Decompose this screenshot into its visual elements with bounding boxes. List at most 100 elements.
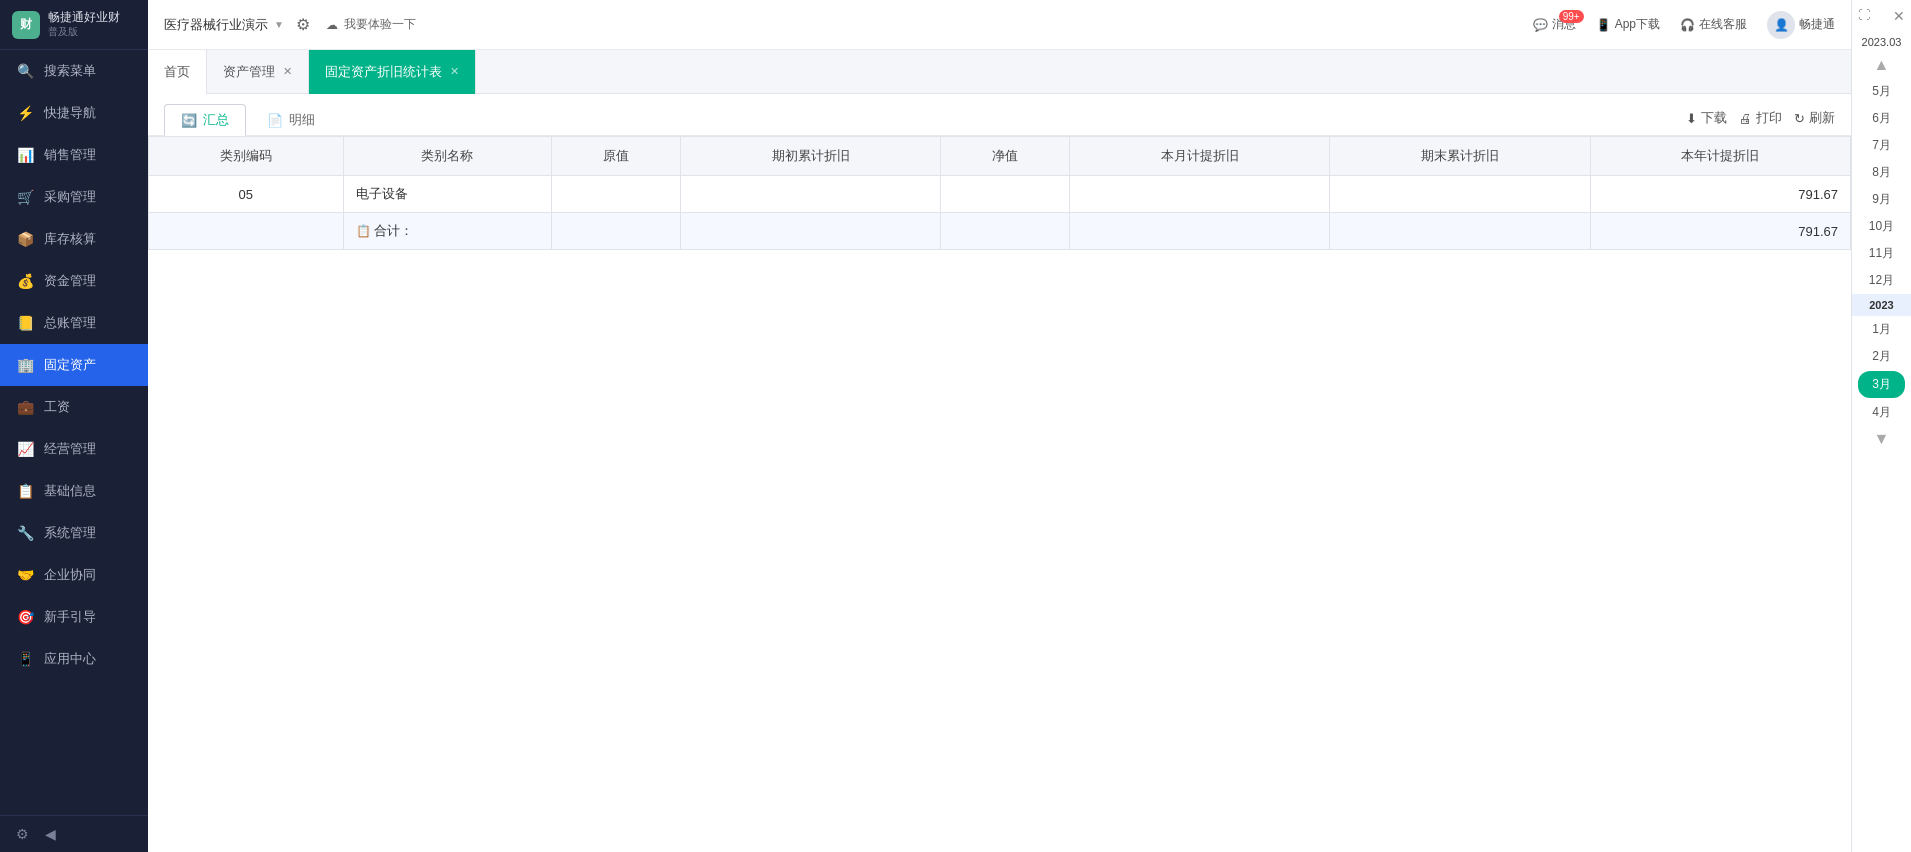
print-button[interactable]: 🖨 打印: [1739, 109, 1782, 127]
subtotal-net: [941, 213, 1070, 250]
topbar-right: 💬 消息 99+ 📱 App下载 🎧 在线客服 👤 畅捷通: [1533, 11, 1835, 39]
right-panel: ✕ ⛶ 2023.03 ▲ 5月 6月 7月 8月 9月 10月 11月 12月…: [1851, 0, 1911, 852]
sidebar-bottom: ⚙ ◀: [0, 815, 148, 852]
month-nav-down[interactable]: ▼: [1852, 426, 1911, 452]
sidebar-item-inventory[interactable]: 📦 库存核算: [0, 218, 148, 260]
sidebar-item-app-center[interactable]: 📱 应用中心: [0, 638, 148, 680]
sidebar-item-enterprise[interactable]: 🤝 企业协同: [0, 554, 148, 596]
online-service-button[interactable]: 🎧 在线客服: [1680, 16, 1747, 33]
subtab-summary[interactable]: 🔄 汇总: [164, 104, 246, 136]
tab-asset-mgmt[interactable]: 资产管理 ✕: [207, 50, 309, 94]
sidebar-item-label: 经营管理: [44, 440, 96, 458]
sidebar-item-operations[interactable]: 📈 经营管理: [0, 428, 148, 470]
subtab-detail[interactable]: 📄 明细: [250, 104, 332, 135]
quicknav-icon: ⚡: [16, 104, 34, 122]
sidebar-item-label: 系统管理: [44, 524, 96, 542]
tab-home[interactable]: 首页: [148, 50, 207, 94]
collapse-sidebar-icon[interactable]: ◀: [45, 826, 56, 842]
message-badge: 99+: [1559, 10, 1584, 23]
month-item-9[interactable]: 9月: [1852, 186, 1911, 213]
sidebar-item-funds[interactable]: 💰 资金管理: [0, 260, 148, 302]
refresh-label: 刷新: [1809, 109, 1835, 127]
cell-closing-acc-dep: [1330, 176, 1590, 213]
company-selector[interactable]: 医疗器械行业演示 ▼: [164, 16, 284, 34]
panel-expand-button[interactable]: ⛶: [1858, 8, 1870, 22]
col-closing-acc-dep: 期末累计折旧: [1330, 137, 1590, 176]
panel-close-button[interactable]: ✕: [1893, 8, 1905, 24]
col-net: 净值: [941, 137, 1070, 176]
topbar: 医疗器械行业演示 ▼ ⚙ ☁ 我要体验一下 💬 消息 99+ 📱 App下载 🎧…: [148, 0, 1851, 50]
col-opening-acc-dep: 期初累计折旧: [681, 137, 941, 176]
detail-icon: 📄: [267, 113, 283, 128]
tabbar: 首页 资产管理 ✕ 固定资产折旧统计表 ✕: [148, 50, 1851, 94]
main-area: 医疗器械行业演示 ▼ ⚙ ☁ 我要体验一下 💬 消息 99+ 📱 App下载 🎧…: [148, 0, 1851, 852]
sidebar-item-quick-nav[interactable]: ⚡ 快捷导航: [0, 92, 148, 134]
month-item-11[interactable]: 11月: [1852, 240, 1911, 267]
cell-opening-acc-dep: [681, 176, 941, 213]
month-list: ▲ 5月 6月 7月 8月 9月 10月 11月 12月 2023 1月 2月 …: [1852, 52, 1911, 452]
month-item-8[interactable]: 8月: [1852, 159, 1911, 186]
month-item-6[interactable]: 6月: [1852, 105, 1911, 132]
month-item-7[interactable]: 7月: [1852, 132, 1911, 159]
month-item-4[interactable]: 4月: [1852, 399, 1911, 426]
month-item-5[interactable]: 5月: [1852, 78, 1911, 105]
refresh-icon: ↻: [1794, 111, 1805, 126]
col-annual-dep: 本年计提折旧: [1590, 137, 1850, 176]
sidebar-item-label: 工资: [44, 398, 70, 416]
logo-text: 畅捷通好业财: [48, 10, 120, 26]
subtotal-opening-acc-dep: [681, 213, 941, 250]
sidebar-item-purchase[interactable]: 🛒 采购管理: [0, 176, 148, 218]
subtotal-annual-dep: 791.67: [1590, 213, 1850, 250]
sidebar-item-ledger[interactable]: 📒 总账管理: [0, 302, 148, 344]
user-profile[interactable]: 👤 畅捷通: [1767, 11, 1835, 39]
topbar-gear-icon[interactable]: ⚙: [296, 15, 310, 34]
print-label: 打印: [1756, 109, 1782, 127]
toolbar: ⬇ 下载 🖨 打印 ↻ 刷新: [1686, 101, 1835, 135]
year-2023-label: 2023: [1852, 294, 1911, 316]
message-icon: 💬: [1533, 18, 1548, 32]
sidebar-item-sales[interactable]: 📊 销售管理: [0, 134, 148, 176]
sidebar-item-payroll[interactable]: 💼 工资: [0, 386, 148, 428]
sidebar-logo: 财 畅捷通好业财 普及版: [0, 0, 148, 50]
download-icon: ⬇: [1686, 111, 1697, 126]
sidebar-item-label: 新手引导: [44, 608, 96, 626]
sidebar: 财 畅捷通好业财 普及版 🔍 搜索菜单 ⚡ 快捷导航 📊 销售管理 🛒 采购管理…: [0, 0, 148, 852]
service-label: 在线客服: [1699, 16, 1747, 33]
download-label: 下载: [1701, 109, 1727, 127]
sidebar-item-fixed-assets[interactable]: 🏢 固定资产: [0, 344, 148, 386]
depreciation-table: 类别编码 类别名称 原值 期初累计折旧 净值 本月计提折旧 期末累计折旧 本年计…: [148, 136, 1851, 250]
app-center-icon: 📱: [16, 650, 34, 668]
month-nav-up[interactable]: ▲: [1852, 52, 1911, 78]
sidebar-item-label: 搜索菜单: [44, 62, 96, 80]
enterprise-icon: 🤝: [16, 566, 34, 584]
company-name: 医疗器械行业演示: [164, 16, 268, 34]
app-download-button[interactable]: 📱 App下载: [1596, 16, 1660, 33]
sidebar-item-search[interactable]: 🔍 搜索菜单: [0, 50, 148, 92]
download-button[interactable]: ⬇ 下载: [1686, 109, 1727, 127]
subtotal-original: [552, 213, 681, 250]
month-item-10[interactable]: 10月: [1852, 213, 1911, 240]
sidebar-item-label: 固定资产: [44, 356, 96, 374]
inventory-icon: 📦: [16, 230, 34, 248]
sidebar-item-label: 企业协同: [44, 566, 96, 584]
purchase-icon: 🛒: [16, 188, 34, 206]
sidebar-item-guide[interactable]: 🎯 新手引导: [0, 596, 148, 638]
refresh-button[interactable]: ↻ 刷新: [1794, 109, 1835, 127]
month-item-2[interactable]: 2月: [1852, 343, 1911, 370]
message-button[interactable]: 💬 消息 99+: [1533, 16, 1576, 33]
sidebar-item-system[interactable]: 🔧 系统管理: [0, 512, 148, 554]
tab-depreciation-close-icon[interactable]: ✕: [450, 65, 459, 78]
settings-icon[interactable]: ⚙: [16, 826, 29, 842]
cell-annual-dep: 791.67: [1590, 176, 1850, 213]
app-download-icon: 📱: [1596, 18, 1611, 32]
month-item-12[interactable]: 12月: [1852, 267, 1911, 294]
tab-asset-mgmt-close-icon[interactable]: ✕: [283, 65, 292, 78]
sidebar-item-basic-info[interactable]: 📋 基础信息: [0, 470, 148, 512]
table-wrapper: 类别编码 类别名称 原值 期初累计折旧 净值 本月计提折旧 期末累计折旧 本年计…: [148, 136, 1851, 852]
month-item-3-selected[interactable]: 3月: [1858, 371, 1905, 398]
funds-icon: 💰: [16, 272, 34, 290]
month-item-1[interactable]: 1月: [1852, 316, 1911, 343]
experience-button[interactable]: ☁ 我要体验一下: [326, 16, 416, 33]
tab-depreciation[interactable]: 固定资产折旧统计表 ✕: [309, 50, 476, 94]
col-code: 类别编码: [149, 137, 344, 176]
